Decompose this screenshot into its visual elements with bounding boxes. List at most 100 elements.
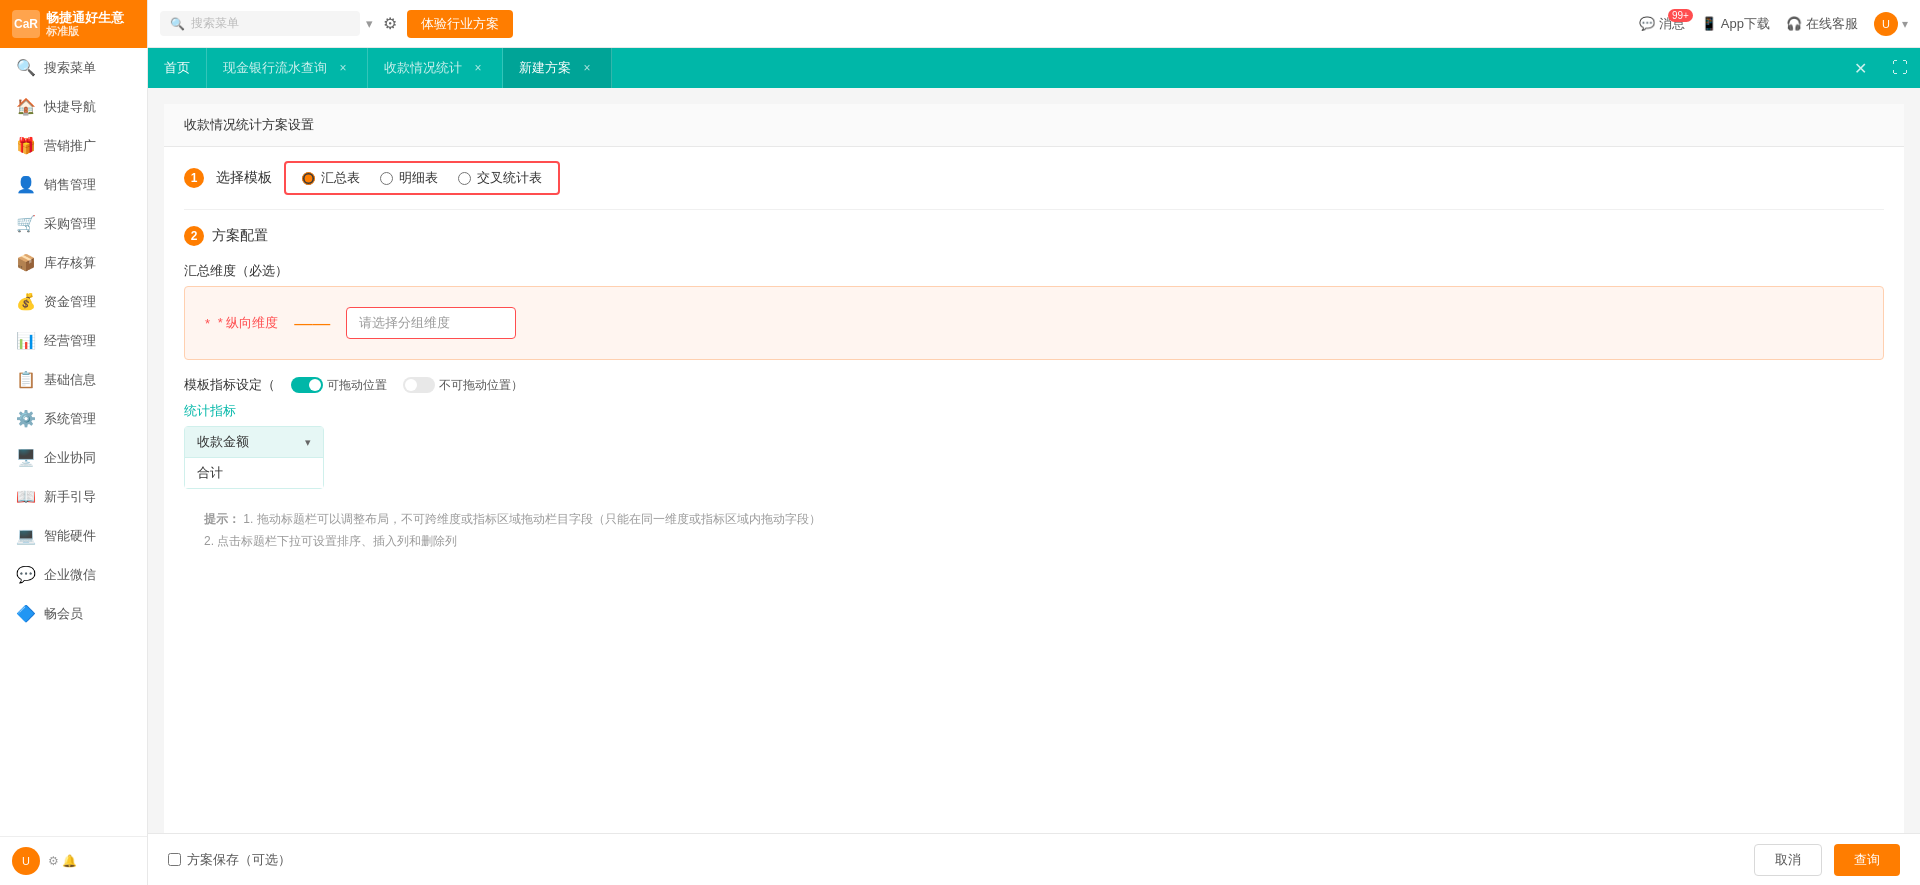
- radio-detail-label: 明细表: [399, 169, 438, 187]
- dimension-select[interactable]: 请选择分组维度: [346, 307, 516, 339]
- service-label: 在线客服: [1806, 15, 1858, 33]
- logo-text: 畅捷通好生意: [46, 10, 124, 26]
- tab-receipts-close[interactable]: ×: [470, 60, 486, 76]
- sidebar-item-label: 营销推广: [44, 137, 96, 155]
- tab-new-plan-close[interactable]: ×: [579, 60, 595, 76]
- section1: 1 选择模板 汇总表 明细表 交叉统计表: [164, 147, 1904, 209]
- sidebar-item-quicknav[interactable]: 🏠 快捷导航: [0, 87, 147, 126]
- dimension-required-label: 汇总维度（必选）: [184, 263, 288, 278]
- sidebar-item-member[interactable]: 🔷 畅会员: [0, 594, 147, 633]
- user-avatar: U: [1874, 12, 1898, 36]
- sidebar-item-label: 资金管理: [44, 293, 96, 311]
- maximize-button[interactable]: ⛶: [1880, 48, 1920, 88]
- sidebar-logo: CaR 畅捷通好生意 标准版: [0, 0, 147, 48]
- dimension-row: * * 纵向维度 —— 请选择分组维度: [205, 307, 1863, 339]
- logo-icon: CaR: [12, 10, 40, 38]
- indicator-total-cell: 合计: [185, 458, 323, 488]
- close-tab-button[interactable]: ✕: [1840, 48, 1880, 88]
- user-menu[interactable]: U ▾: [1874, 12, 1908, 36]
- sidebar-item-label: 基础信息: [44, 371, 96, 389]
- cart-icon: 🛒: [16, 214, 36, 233]
- laptop-icon: 💻: [16, 526, 36, 545]
- footer-buttons: 取消 查询: [1754, 844, 1900, 876]
- sidebar-item-purchase[interactable]: 🛒 采购管理: [0, 204, 147, 243]
- sidebar-item-label: 采购管理: [44, 215, 96, 233]
- section2-title: 方案配置: [212, 227, 268, 245]
- search-box[interactable]: 🔍 搜索菜单: [160, 11, 360, 36]
- tip1: 提示： 1. 拖动标题栏可以调整布局，不可跨维度或指标区域拖动栏目字段（只能在同…: [204, 509, 1864, 531]
- download-button[interactable]: 📱 App下载: [1701, 15, 1770, 33]
- toggle-pill-nondraggable[interactable]: [403, 377, 435, 393]
- search-placeholder: 搜索菜单: [191, 15, 239, 32]
- tab-bank[interactable]: 现金银行流水查询 ×: [207, 48, 368, 88]
- notification-button[interactable]: 💬 消息 99+: [1639, 15, 1685, 33]
- topbar-right: 💬 消息 99+ 📱 App下载 🎧 在线客服 U ▾: [1639, 12, 1908, 36]
- sidebar-item-finance[interactable]: 💰 资金管理: [0, 282, 147, 321]
- cancel-button[interactable]: 取消: [1754, 844, 1822, 876]
- radio-summary-input[interactable]: [302, 172, 315, 185]
- non-draggable-toggle[interactable]: 不可拖动位置）: [403, 377, 523, 394]
- page-container: 收款情况统计方案设置 1 选择模板 汇总表 明细表 交叉统计表: [164, 104, 1904, 869]
- radio-summary[interactable]: 汇总表: [302, 169, 360, 187]
- indicator-section: 模板指标设定（ 可拖动位置 不可拖动位置） 统计指标 收: [184, 376, 1884, 489]
- tab-new-plan[interactable]: 新建方案 ×: [503, 48, 612, 88]
- sidebar-item-label: 系统管理: [44, 410, 96, 428]
- stat-indicator-label: 统计指标: [184, 402, 1884, 420]
- radio-detail[interactable]: 明细表: [380, 169, 438, 187]
- sidebar-item-label: 搜索菜单: [44, 59, 96, 77]
- tab-new-plan-label: 新建方案: [519, 59, 571, 77]
- sidebar-item-hardware[interactable]: 💻 智能硬件: [0, 516, 147, 555]
- section1-title: 选择模板: [216, 169, 272, 187]
- service-button[interactable]: 🎧 在线客服: [1786, 15, 1858, 33]
- sidebar-item-wechat[interactable]: 💬 企业微信: [0, 555, 147, 594]
- non-draggable-label: 不可拖动位置）: [439, 377, 523, 394]
- indicator-table: 收款金额 ▾ 合计: [184, 426, 324, 489]
- settings-icon[interactable]: ⚙: [383, 14, 397, 33]
- sidebar-item-label: 快捷导航: [44, 98, 96, 116]
- section2-number: 2: [184, 226, 204, 246]
- indicator-header[interactable]: 收款金额 ▾: [185, 427, 323, 458]
- footer-icons: ⚙ 🔔: [48, 854, 77, 868]
- sidebar-item-enterprise[interactable]: 🖥️ 企业协同: [0, 438, 147, 477]
- sidebar-item-label: 库存核算: [44, 254, 96, 272]
- section2-header: 2 方案配置: [184, 226, 1884, 246]
- service-icon: 🎧: [1786, 16, 1802, 31]
- diamond-icon: 🔷: [16, 604, 36, 623]
- sidebar-item-label: 企业协同: [44, 449, 96, 467]
- sidebar-item-marketing[interactable]: 🎁 营销推广: [0, 126, 147, 165]
- radio-cross-input[interactable]: [458, 172, 471, 185]
- user-icon: 👤: [16, 175, 36, 194]
- sidebar-item-sales[interactable]: 👤 销售管理: [0, 165, 147, 204]
- sidebar-item-system[interactable]: ⚙️ 系统管理: [0, 399, 147, 438]
- logo-sub: 标准版: [46, 25, 124, 38]
- topbar: 🔍 搜索菜单 ▾ ⚙ 体验行业方案 💬 消息 99+ 📱 App下载 🎧 在线客…: [148, 0, 1920, 48]
- username: ▾: [1902, 17, 1908, 31]
- sidebar-item-beginner[interactable]: 📖 新手引导: [0, 477, 147, 516]
- box-icon: 📦: [16, 253, 36, 272]
- tab-receipts[interactable]: 收款情况统计 ×: [368, 48, 503, 88]
- tab-home-label: 首页: [164, 59, 190, 77]
- sidebar-item-inventory[interactable]: 📦 库存核算: [0, 243, 147, 282]
- query-button[interactable]: 查询: [1834, 844, 1900, 876]
- radio-cross[interactable]: 交叉统计表: [458, 169, 542, 187]
- tab-home[interactable]: 首页: [148, 48, 207, 88]
- dropdown-arrow[interactable]: ▾: [366, 16, 373, 31]
- industry-button[interactable]: 体验行业方案: [407, 10, 513, 38]
- sidebar-item-label: 销售管理: [44, 176, 96, 194]
- avatar: U: [12, 847, 40, 875]
- sidebar-footer: U ⚙ 🔔: [0, 836, 147, 885]
- sidebar-item-basic[interactable]: 📋 基础信息: [0, 360, 147, 399]
- tabbar: 首页 现金银行流水查询 × 收款情况统计 × 新建方案 × ✕ ⛶: [148, 48, 1920, 88]
- main-content: 收款情况统计方案设置 1 选择模板 汇总表 明细表 交叉统计表: [148, 88, 1920, 885]
- tab-bank-close[interactable]: ×: [335, 60, 351, 76]
- toggle-pill-draggable[interactable]: [291, 377, 323, 393]
- radio-detail-input[interactable]: [380, 172, 393, 185]
- sidebar-item-search[interactable]: 🔍 搜索菜单: [0, 48, 147, 87]
- save-checkbox[interactable]: [168, 853, 181, 866]
- gear-icon: ⚙️: [16, 409, 36, 428]
- tips-section: 提示： 1. 拖动标题栏可以调整布局，不可跨维度或指标区域拖动栏目字段（只能在同…: [184, 501, 1884, 560]
- radio-cross-label: 交叉统计表: [477, 169, 542, 187]
- sidebar-item-operations[interactable]: 📊 经营管理: [0, 321, 147, 360]
- save-option[interactable]: 方案保存（可选）: [168, 851, 291, 869]
- draggable-toggle[interactable]: 可拖动位置: [291, 377, 387, 394]
